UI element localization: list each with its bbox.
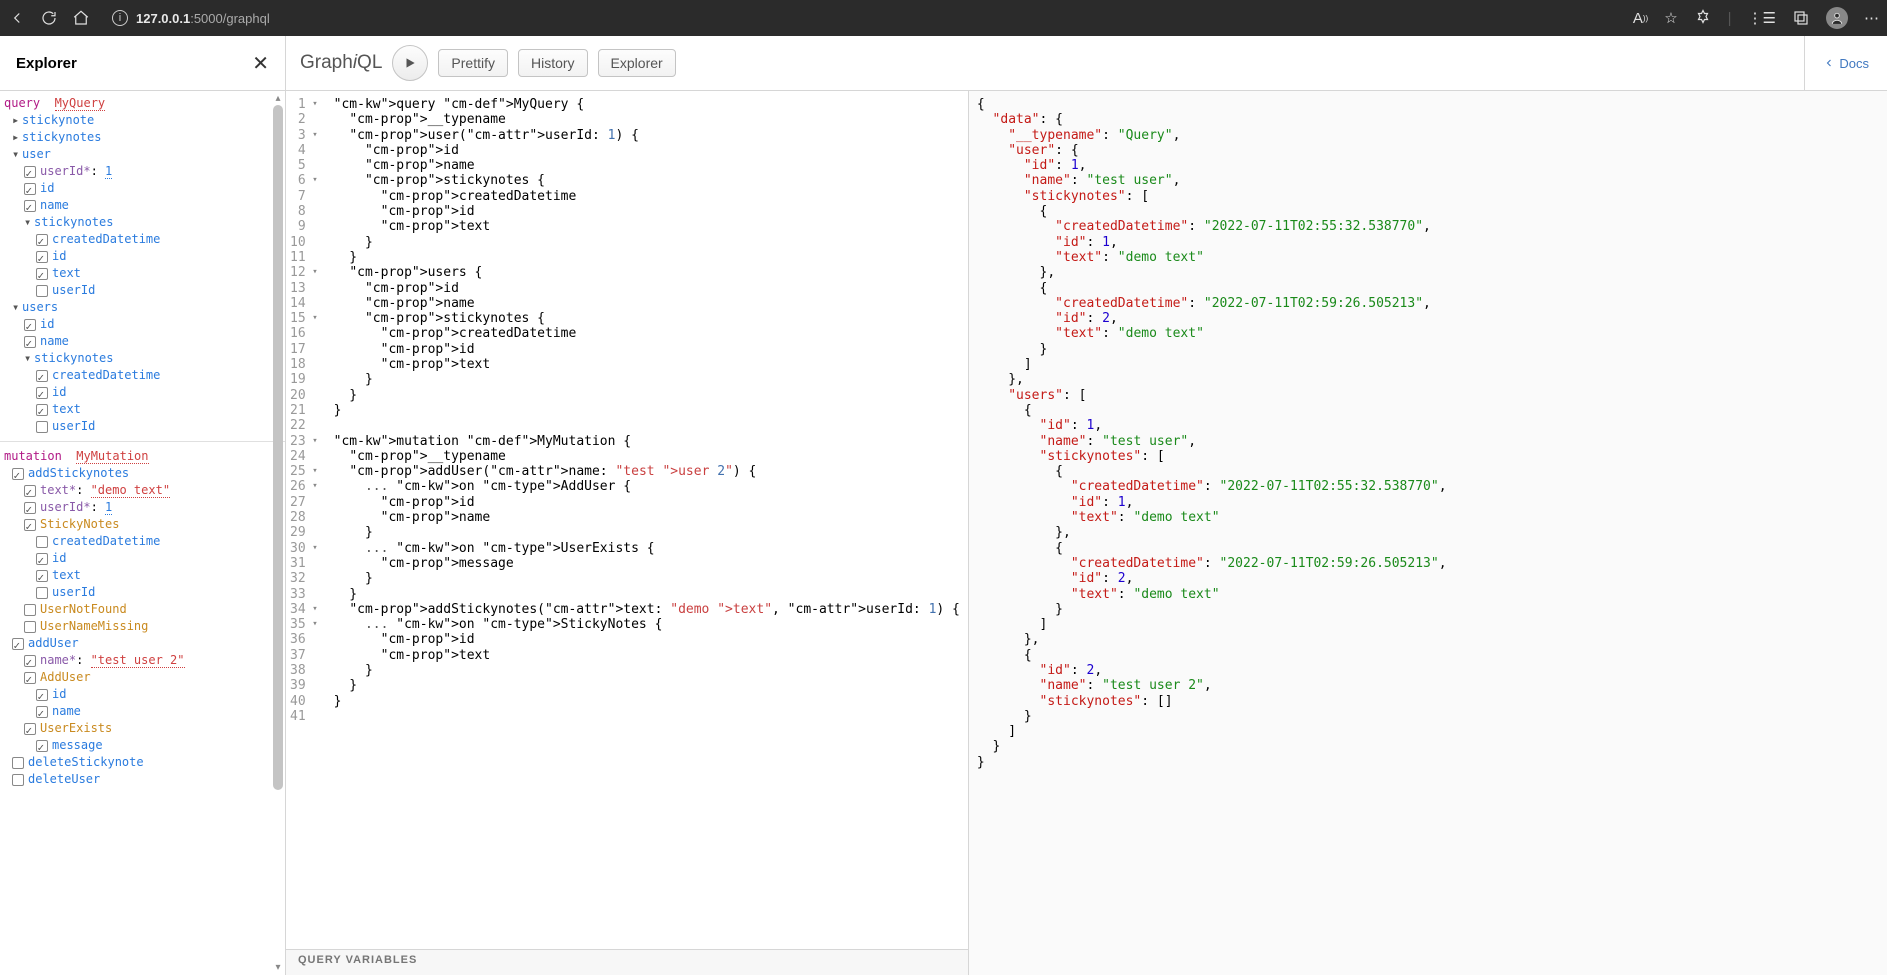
scroll-down-icon[interactable]: ▾ <box>275 962 280 973</box>
graphiql-logo: GraphiQL <box>300 52 382 74</box>
more-icon[interactable]: ⋯ <box>1864 9 1879 27</box>
back-icon[interactable] <box>8 9 26 27</box>
favorites-bar-icon[interactable]: ⋮☰ <box>1748 9 1776 27</box>
result-viewer[interactable]: { "data": { "__typename": "Query", "user… <box>969 91 1887 776</box>
close-icon[interactable]: ✕ <box>252 51 269 76</box>
docs-button[interactable]: Docs <box>1804 36 1873 90</box>
refresh-icon[interactable] <box>40 9 58 27</box>
extensions-icon[interactable] <box>1694 9 1712 27</box>
scrollbar[interactable]: ▴ ▾ <box>271 91 285 975</box>
run-button[interactable] <box>392 45 428 81</box>
url-text: 127.0.0.1:5000/graphql <box>136 11 270 26</box>
toolbar: GraphiQL Prettify History Explorer Docs <box>286 36 1887 91</box>
query-editor[interactable]: 1234567891011121314151617181920212223242… <box>286 91 968 949</box>
history-button[interactable]: History <box>518 49 588 77</box>
collections-icon[interactable] <box>1792 9 1810 27</box>
home-icon[interactable] <box>72 9 90 27</box>
profile-icon[interactable] <box>1826 7 1848 29</box>
scroll-up-icon[interactable]: ▴ <box>275 93 280 104</box>
query-variables-header[interactable]: QUERY VARIABLES <box>286 949 968 975</box>
read-aloud-icon[interactable]: A)) <box>1633 10 1648 27</box>
explorer-title: Explorer <box>16 55 77 72</box>
url-bar[interactable]: i 127.0.0.1:5000/graphql <box>102 10 1621 26</box>
explorer-tree[interactable]: query MyQuery▸stickynote▸stickynotes▾use… <box>0 91 285 792</box>
chevron-left-icon <box>1823 57 1835 69</box>
favorite-icon[interactable]: ☆ <box>1664 9 1677 27</box>
explorer-panel: Explorer ✕ query MyQuery▸stickynote▸stic… <box>0 36 286 975</box>
browser-bar: i 127.0.0.1:5000/graphql A)) ☆ | ⋮☰ ⋯ <box>0 0 1887 36</box>
explorer-button[interactable]: Explorer <box>598 49 676 77</box>
prettify-button[interactable]: Prettify <box>438 49 508 77</box>
info-icon[interactable]: i <box>112 10 128 26</box>
